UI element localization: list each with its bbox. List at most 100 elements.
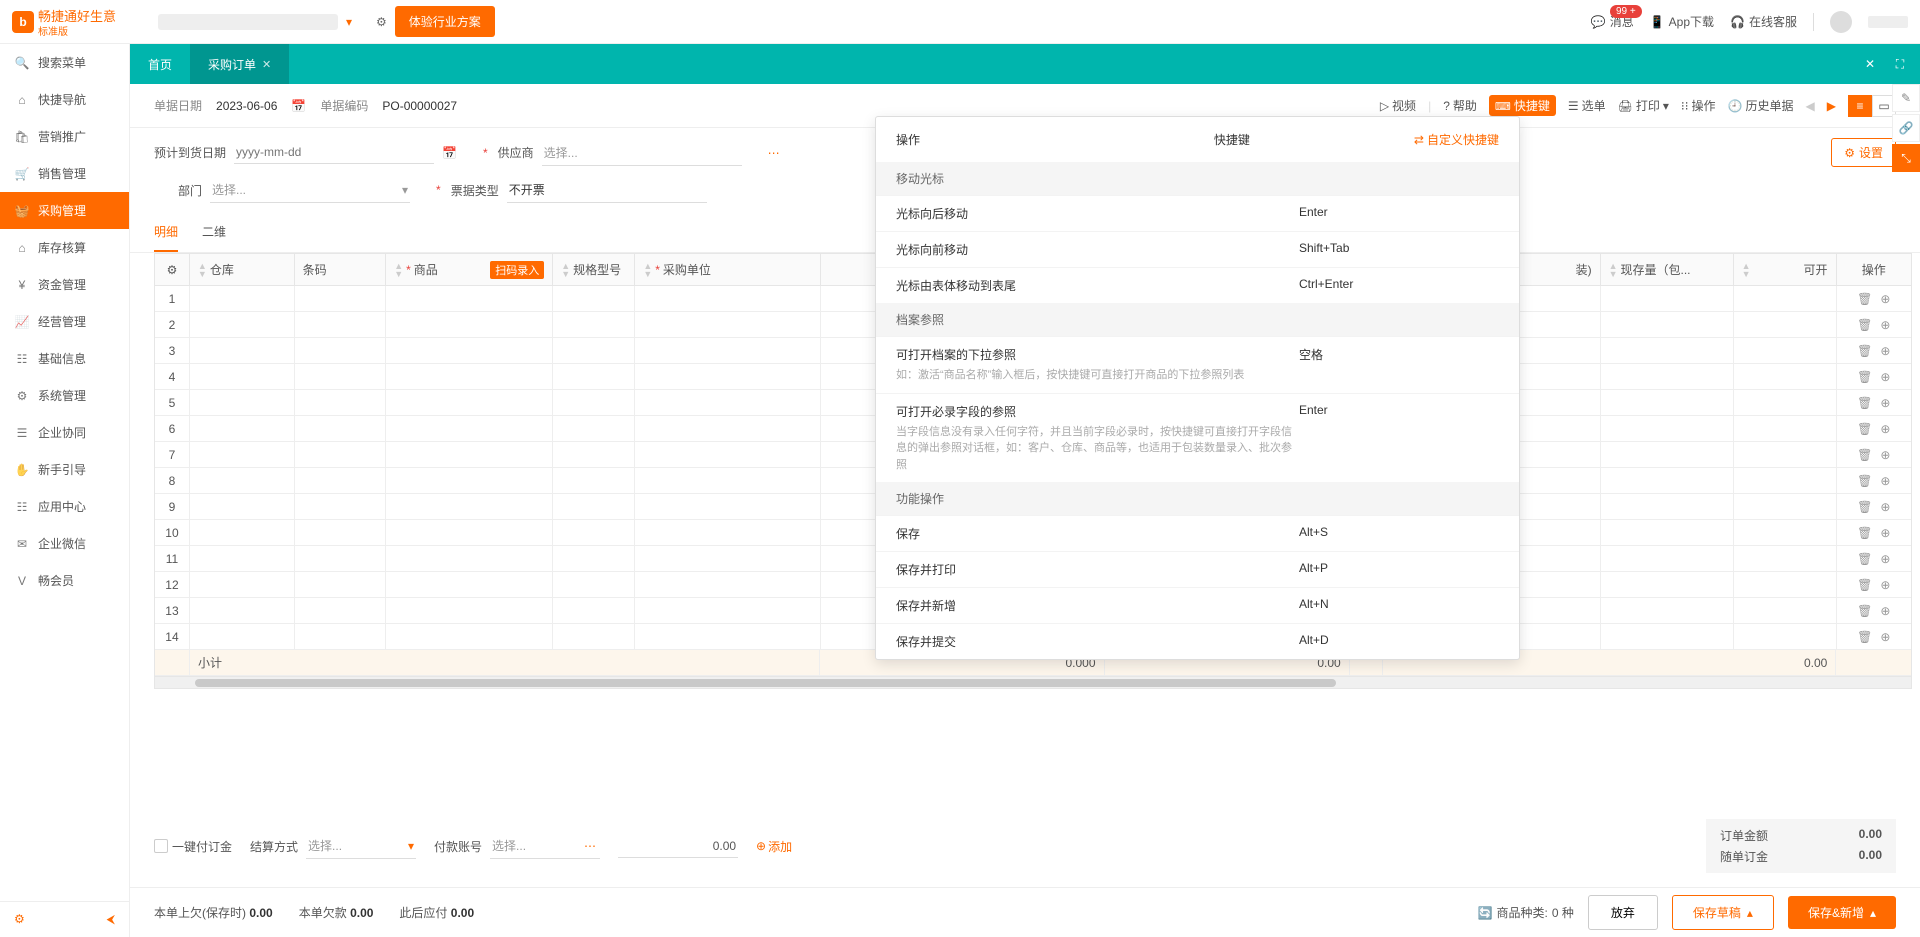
rail-expand-icon[interactable]: ⤡	[1892, 144, 1920, 172]
horizontal-scrollbar[interactable]	[154, 677, 1912, 689]
copy-icon[interactable]: ⊕	[1880, 318, 1890, 332]
save-new-button[interactable]: 保存&新增▴	[1788, 896, 1896, 929]
eta-input[interactable]	[234, 141, 434, 164]
delete-icon[interactable]: 🗑	[1857, 604, 1872, 618]
sidebar-item[interactable]: ✉企业微信	[0, 525, 129, 562]
discard-button[interactable]: 放弃	[1588, 895, 1658, 930]
settings-button[interactable]: ⚙ 设置	[1831, 138, 1896, 167]
sidebar-item[interactable]: ⚙系统管理	[0, 377, 129, 414]
prev-icon[interactable]: ◀	[1806, 99, 1815, 113]
settle-select[interactable]: 选择...▾	[306, 833, 416, 859]
col-spec[interactable]: ▲▼规格型号	[553, 254, 635, 285]
username[interactable]	[1868, 16, 1908, 28]
delete-icon[interactable]: 🗑	[1857, 396, 1872, 410]
delete-icon[interactable]: 🗑	[1857, 344, 1872, 358]
sidebar-item[interactable]: 🔍搜索菜单	[0, 44, 129, 81]
history-link[interactable]: 🕘 历史单据	[1728, 97, 1794, 114]
tab-close-all[interactable]: ✕	[1856, 50, 1884, 78]
delete-icon[interactable]: 🗑	[1857, 500, 1872, 514]
video-link[interactable]: ▷ 视频	[1380, 97, 1416, 114]
shortcut-badge[interactable]: ⌨ 快捷键	[1489, 95, 1556, 116]
fullscreen-icon[interactable]: ⛶	[1886, 50, 1914, 78]
copy-icon[interactable]: ⊕	[1880, 422, 1890, 436]
delete-icon[interactable]: 🗑	[1857, 630, 1872, 644]
org-selector[interactable]: ▾	[142, 14, 368, 30]
supplier-select[interactable]: 选择...	[542, 140, 742, 166]
calendar-icon[interactable]: 📅	[291, 99, 306, 113]
copy-icon[interactable]: ⊕	[1880, 578, 1890, 592]
sidebar-item[interactable]: ⌂快捷导航	[0, 81, 129, 118]
copy-icon[interactable]: ⊕	[1880, 526, 1890, 540]
subtab-matrix[interactable]: 二维	[202, 213, 226, 252]
copy-icon[interactable]: ⊕	[1880, 604, 1890, 618]
col-product[interactable]: ▲▼*商品扫码录入	[386, 254, 553, 285]
copy-icon[interactable]: ⊕	[1880, 370, 1890, 384]
add-button[interactable]: ⊕ 添加	[756, 838, 792, 855]
sidebar-item[interactable]: 🧺采购管理	[0, 192, 129, 229]
customize-shortcut-link[interactable]: ⇄ 自定义快捷键	[1414, 131, 1499, 148]
sidebar-item[interactable]: ¥资金管理	[0, 266, 129, 303]
pick-link[interactable]: ☰ 选单	[1568, 97, 1606, 114]
app-download-button[interactable]: 📱App下载	[1650, 13, 1714, 30]
delete-icon[interactable]: 🗑	[1857, 578, 1872, 592]
delete-icon[interactable]: 🗑	[1857, 422, 1872, 436]
more-icon[interactable]: ⋯	[768, 146, 782, 160]
sidebar-item[interactable]: 🛒销售管理	[0, 155, 129, 192]
scan-badge[interactable]: 扫码录入	[490, 261, 544, 279]
save-draft-button[interactable]: 保存草稿▴	[1672, 895, 1774, 930]
delete-icon[interactable]: 🗑	[1857, 552, 1872, 566]
rail-attach-icon[interactable]: 🔗	[1892, 114, 1920, 142]
account-select[interactable]: 选择...⋯	[490, 833, 600, 859]
sidebar-item[interactable]: V畅会员	[0, 562, 129, 599]
delete-icon[interactable]: 🗑	[1857, 448, 1872, 462]
copy-icon[interactable]: ⊕	[1880, 292, 1890, 306]
tab-home[interactable]: 首页	[130, 44, 190, 84]
col-gear[interactable]: ⚙	[155, 254, 190, 285]
sidebar-item[interactable]: ✋新手引导	[0, 451, 129, 488]
copy-icon[interactable]: ⊕	[1880, 396, 1890, 410]
subtab-detail[interactable]: 明细	[154, 213, 178, 252]
delete-icon[interactable]: 🗑	[1857, 292, 1872, 306]
sidebar-item[interactable]: ☷基础信息	[0, 340, 129, 377]
pay-amount[interactable]: 0.00	[618, 835, 738, 858]
copy-icon[interactable]: ⊕	[1880, 630, 1890, 644]
copy-icon[interactable]: ⊕	[1880, 474, 1890, 488]
sidebar-item[interactable]: ☰企业协同	[0, 414, 129, 451]
close-icon[interactable]: ✕	[262, 58, 271, 71]
sidebar-collapse-icon[interactable]: ⮜	[106, 912, 115, 927]
print-link[interactable]: 🖨 打印 ▾	[1618, 97, 1669, 114]
copy-icon[interactable]: ⊕	[1880, 448, 1890, 462]
sidebar-item[interactable]: ☷应用中心	[0, 488, 129, 525]
delete-icon[interactable]: 🗑	[1857, 526, 1872, 540]
operation-link[interactable]: ⁝⁝ 操作	[1681, 97, 1716, 114]
next-icon[interactable]: ▶	[1827, 99, 1836, 113]
avatar[interactable]	[1830, 11, 1852, 33]
col-warehouse[interactable]: ▲▼仓库	[190, 254, 295, 285]
invoice-type-select[interactable]: 不开票	[507, 177, 707, 203]
copy-icon[interactable]: ⊕	[1880, 500, 1890, 514]
col-purchase-unit[interactable]: ▲▼*采购单位	[635, 254, 821, 285]
messages-button[interactable]: 💬消息99 +	[1591, 13, 1634, 30]
col-avail[interactable]: ▲▼可开	[1734, 254, 1837, 285]
col-barcode[interactable]: 条码	[295, 254, 387, 285]
delete-icon[interactable]: 🗑	[1857, 474, 1872, 488]
col-stock[interactable]: ▲▼现存量（包...	[1601, 254, 1734, 285]
sidebar-item[interactable]: 🛍营销推广	[0, 118, 129, 155]
view-list-icon[interactable]: ≡	[1848, 95, 1872, 117]
dept-select[interactable]: 选择...▾	[210, 177, 410, 203]
calendar-icon[interactable]: 📅	[442, 146, 457, 160]
sidebar-settings-icon[interactable]: ⚙	[14, 912, 25, 927]
copy-icon[interactable]: ⊕	[1880, 552, 1890, 566]
delete-icon[interactable]: 🗑	[1857, 370, 1872, 384]
rail-note-icon[interactable]: ✎	[1892, 84, 1920, 112]
try-solution-button[interactable]: 体验行业方案	[395, 6, 495, 37]
doc-date-value[interactable]: 2023-06-06	[216, 99, 277, 113]
help-link[interactable]: ? 帮助	[1443, 97, 1477, 114]
sidebar-item[interactable]: 📈经营管理	[0, 303, 129, 340]
pay-all-checkbox[interactable]: 一键付订金	[154, 838, 232, 855]
gear-icon[interactable]: ⚙	[368, 15, 395, 29]
tab-purchase-order[interactable]: 采购订单✕	[190, 44, 289, 84]
delete-icon[interactable]: 🗑	[1857, 318, 1872, 332]
copy-icon[interactable]: ⊕	[1880, 344, 1890, 358]
sidebar-item[interactable]: ⌂库存核算	[0, 229, 129, 266]
